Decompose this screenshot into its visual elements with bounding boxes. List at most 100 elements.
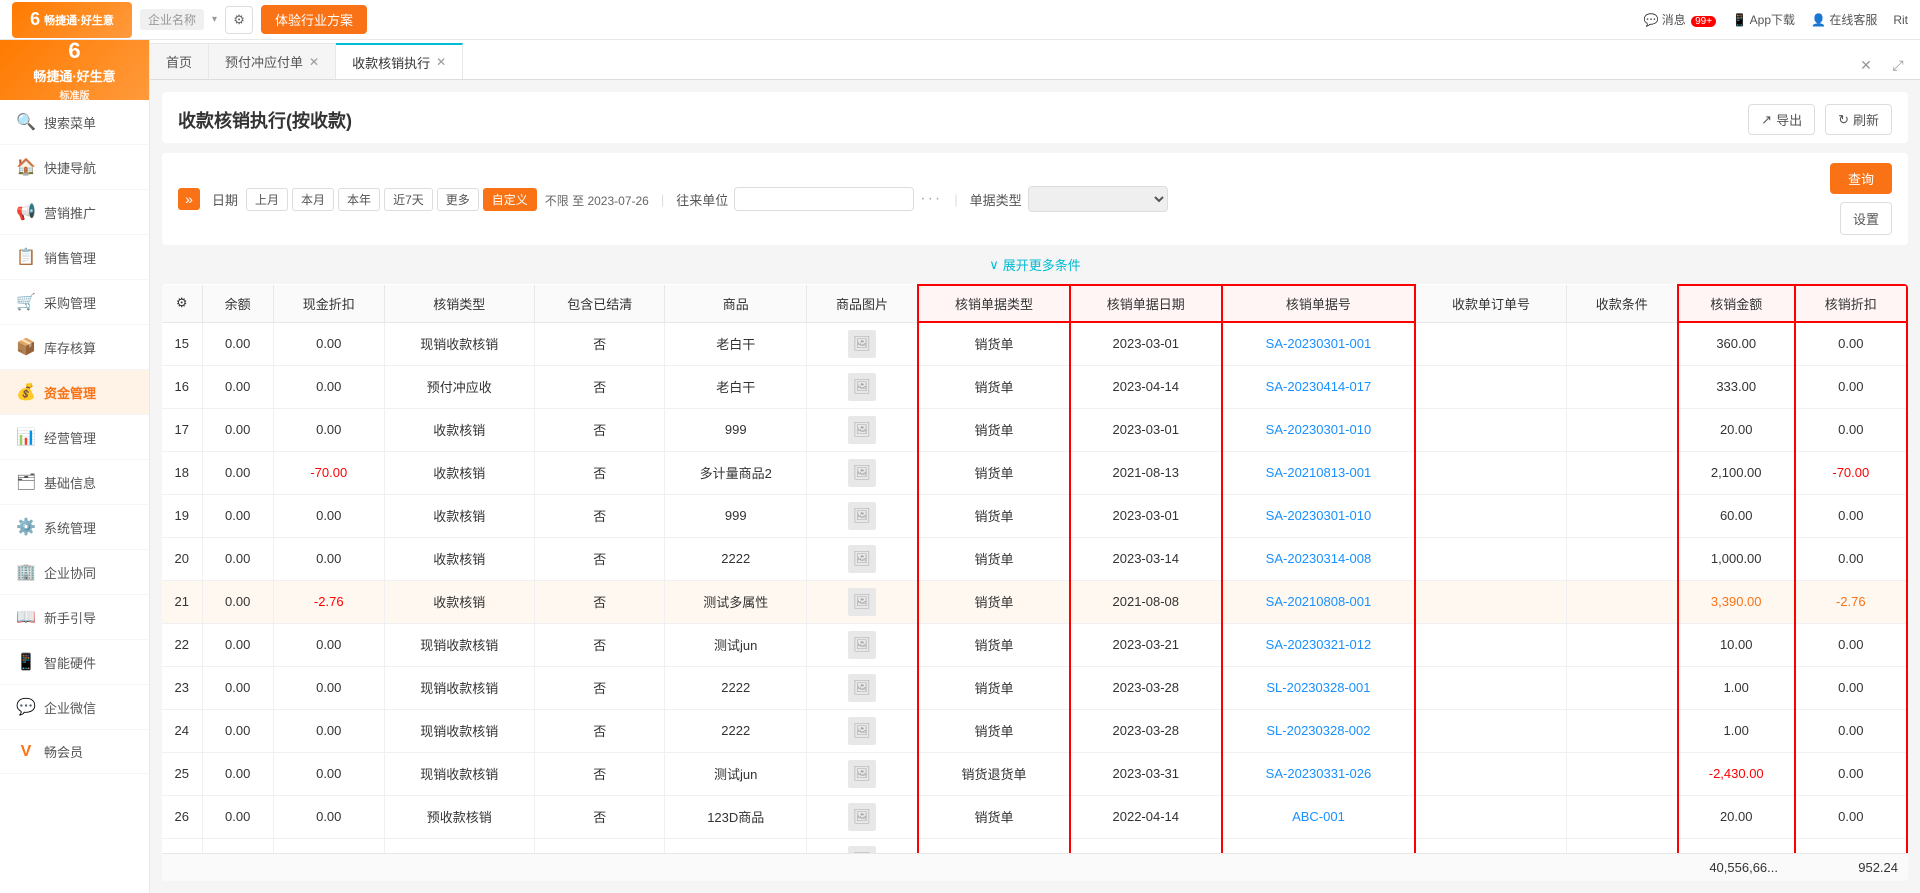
- sidebar-item-marketing[interactable]: 📢 营销推广: [0, 190, 149, 235]
- sidebar-item-purchase[interactable]: 🛒 采购管理: [0, 280, 149, 325]
- td-receipt-condition: [1566, 322, 1678, 365]
- sidebar-item-system[interactable]: ⚙️ 系统管理: [0, 505, 149, 550]
- tab-prepay[interactable]: 预付冲应付单 ✕: [209, 43, 336, 79]
- sidebar-item-label: 快捷导航: [44, 158, 96, 177]
- table-container: ⚙ 余额 现金折扣 核销类型 包含已结清 商品 商品图片 核销单据类型 核销单据…: [162, 284, 1908, 881]
- expand-icon: ∨: [989, 257, 999, 273]
- td-receipt-order-no: [1415, 838, 1566, 853]
- date-btn-this-month[interactable]: 本月: [292, 188, 334, 211]
- sidebar-item-operations[interactable]: 📊 经营管理: [0, 415, 149, 460]
- notification-item[interactable]: 💬 消息 99+: [1643, 11, 1716, 28]
- sidebar-item-basic-info[interactable]: 🗂 基础信息: [0, 460, 149, 505]
- online-service-item[interactable]: 👤 在线客服: [1811, 11, 1877, 28]
- bill-no-link[interactable]: SA-20230301-010: [1266, 422, 1372, 437]
- tab-prepay-close[interactable]: ✕: [309, 55, 319, 69]
- td-cash-discount: 0.00: [273, 322, 384, 365]
- td-goods-img: 🖼: [806, 838, 918, 853]
- td-receipt-order-no: [1415, 365, 1566, 408]
- sidebar-item-wechat[interactable]: 💬 企业微信: [0, 685, 149, 730]
- tab-maximize-button[interactable]: ⤢: [1884, 51, 1912, 79]
- td-verify-type: 收款核销: [384, 451, 534, 494]
- td-goods-img: 🖼: [806, 666, 918, 709]
- sidebar-item-quick-nav[interactable]: 🏠 快捷导航: [0, 145, 149, 190]
- sidebar-item-enterprise[interactable]: 🏢 企业协同: [0, 550, 149, 595]
- bill-no-link[interactable]: SA-20210808-001: [1266, 594, 1372, 609]
- td-goods: 老白干: [665, 365, 807, 408]
- td-verify-amount: 1,000.00: [1678, 537, 1795, 580]
- bill-no-link[interactable]: ABC-001: [1292, 809, 1345, 824]
- date-btn-7days[interactable]: 近7天: [384, 188, 433, 211]
- date-btn-this-year[interactable]: 本年: [338, 188, 380, 211]
- th-settings: ⚙: [162, 285, 202, 322]
- bill-no-link[interactable]: SL-20230328-001: [1266, 680, 1370, 695]
- td-verify-discount: 0.00: [1795, 666, 1907, 709]
- sidebar-item-finance[interactable]: 💰 资金管理: [0, 370, 149, 415]
- td-balance: 0.00: [202, 451, 273, 494]
- date-btn-more[interactable]: 更多: [437, 188, 479, 211]
- sidebar-item-label: 资金管理: [44, 383, 96, 402]
- bill-no-link[interactable]: SA-20230331-026: [1266, 766, 1372, 781]
- query-button[interactable]: 查询: [1830, 163, 1892, 194]
- sidebar-item-sales[interactable]: 📋 销售管理: [0, 235, 149, 280]
- trial-button[interactable]: 体验行业方案: [261, 5, 367, 34]
- sidebar-item-search[interactable]: 🔍 搜索菜单: [0, 100, 149, 145]
- td-cash-discount: 0.00: [273, 752, 384, 795]
- sidebar-item-label: 基础信息: [44, 473, 96, 492]
- export-button[interactable]: ↗ 导出: [1748, 104, 1815, 135]
- operations-icon: 📊: [16, 427, 36, 447]
- td-goods: 测试多属性: [665, 580, 807, 623]
- table-row: 21 0.00 -2.76 收款核销 否 测试多属性 🖼 销货单 2021-08…: [162, 580, 1907, 623]
- bill-no-link[interactable]: SA-20230314-008: [1266, 551, 1372, 566]
- th-goods: 商品: [665, 285, 807, 322]
- bill-no-link[interactable]: SA-20230414-017: [1266, 379, 1372, 394]
- tab-prepay-label: 预付冲应付单: [225, 52, 303, 71]
- partner-input[interactable]: [734, 187, 914, 211]
- td-verify-discount: 0.00: [1795, 537, 1907, 580]
- bill-no-link[interactable]: SA-20230301-001: [1266, 336, 1372, 351]
- setting-button[interactable]: 设置: [1840, 202, 1892, 235]
- settings-button[interactable]: ⚙: [225, 6, 253, 34]
- bill-no-link[interactable]: SL-20230328-002: [1266, 723, 1370, 738]
- filter-expand-button[interactable]: »: [178, 188, 200, 210]
- th-include-settled: 包含已结清: [534, 285, 665, 322]
- tab-receipt-verify[interactable]: 收款核销执行 ✕: [336, 43, 463, 79]
- sidebar-item-label: 经营管理: [44, 428, 96, 447]
- tab-receipt-verify-close[interactable]: ✕: [436, 55, 446, 69]
- td-verify-amount: 360.00: [1678, 322, 1795, 365]
- td-no: 27: [162, 838, 202, 853]
- bill-no-link[interactable]: SA-20230301-010: [1266, 508, 1372, 523]
- td-goods-img: 🖼: [806, 537, 918, 580]
- table-row: 16 0.00 0.00 预付冲应收 否 老白干 🖼 销货单 2023-04-1…: [162, 365, 1907, 408]
- sidebar-item-member[interactable]: V 畅会员: [0, 730, 149, 774]
- sidebar-item-label: 采购管理: [44, 293, 96, 312]
- td-no: 20: [162, 537, 202, 580]
- td-verify-bill-no: ABC-001: [1222, 795, 1416, 838]
- table-settings-icon[interactable]: ⚙: [176, 295, 188, 310]
- date-btn-last-month[interactable]: 上月: [246, 188, 288, 211]
- td-verify-amount: 333.00: [1678, 365, 1795, 408]
- wechat-icon: 💬: [16, 697, 36, 717]
- sidebar-item-smart-hw[interactable]: 📱 智能硬件: [0, 640, 149, 685]
- table-wrapper[interactable]: ⚙ 余额 现金折扣 核销类型 包含已结清 商品 商品图片 核销单据类型 核销单据…: [162, 284, 1908, 853]
- td-cash-discount: 0.00: [273, 838, 384, 853]
- sidebar-item-inventory[interactable]: 📦 库存核算: [0, 325, 149, 370]
- tab-close-button[interactable]: ✕: [1852, 51, 1880, 79]
- date-btn-custom[interactable]: 自定义: [483, 188, 537, 211]
- expand-more-button[interactable]: ∨ 展开更多条件: [989, 255, 1081, 274]
- td-goods-img: 🖼: [806, 795, 918, 838]
- bill-no-link[interactable]: SA-20210813-001: [1266, 465, 1372, 480]
- bill-no-link[interactable]: SL-20230408-001: [1266, 852, 1370, 853]
- home-icon: 🏠: [16, 157, 36, 177]
- tab-bar: 首页 预付冲应付单 ✕ 收款核销执行 ✕ ✕ ⤢: [150, 40, 1920, 80]
- bill-no-link[interactable]: SA-20230321-012: [1266, 637, 1372, 652]
- td-verify-discount: 0.00: [1795, 322, 1907, 365]
- refresh-button[interactable]: ↻ 刷新: [1825, 104, 1892, 135]
- inventory-icon: 📦: [16, 337, 36, 357]
- company-dropdown-arrow[interactable]: ▾: [212, 14, 217, 25]
- app-download-item[interactable]: 📱 App下载: [1732, 11, 1795, 28]
- sidebar-item-guide[interactable]: 📖 新手引导: [0, 595, 149, 640]
- td-receipt-order-no: [1415, 537, 1566, 580]
- bill-type-select[interactable]: [1028, 186, 1168, 212]
- td-receipt-condition: [1566, 623, 1678, 666]
- tab-home[interactable]: 首页: [150, 43, 209, 79]
